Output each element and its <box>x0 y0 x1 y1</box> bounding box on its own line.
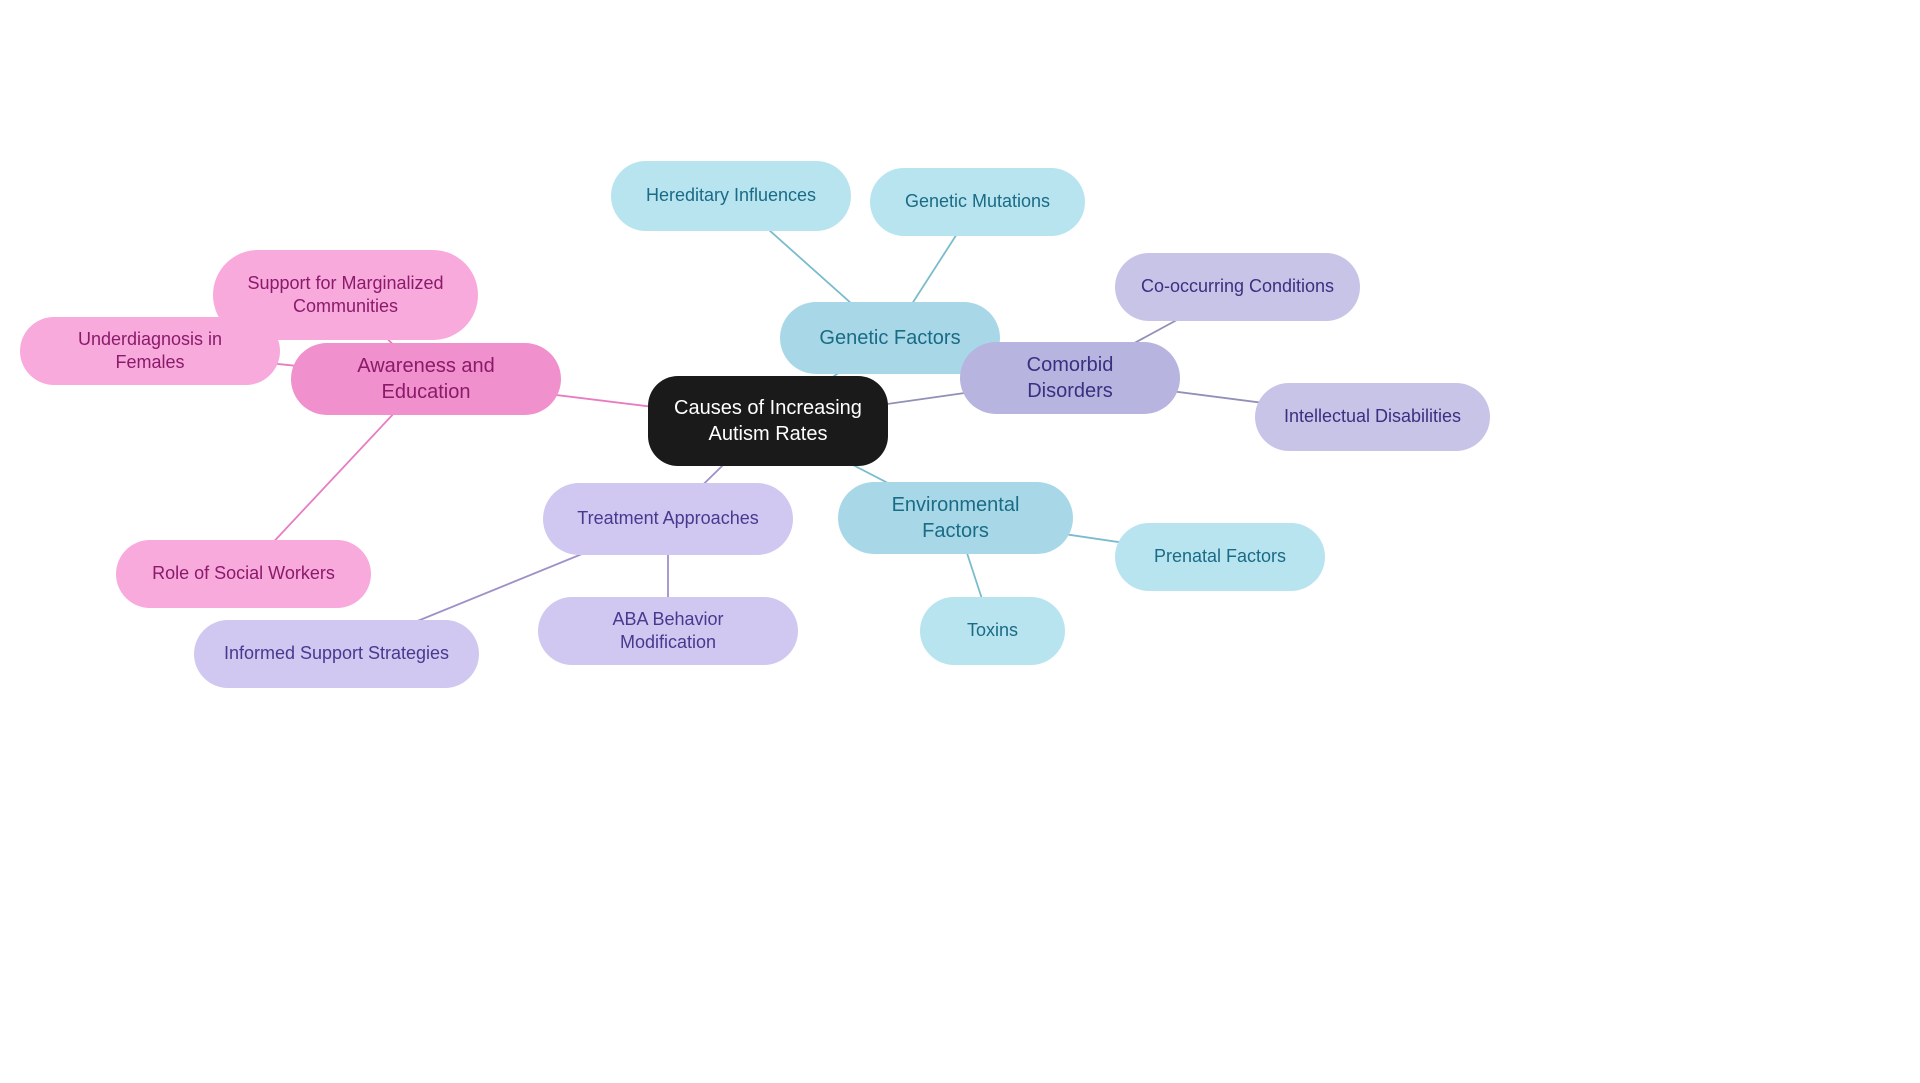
treatment-approaches-node[interactable]: Treatment Approaches <box>543 483 793 555</box>
prenatal-factors-node[interactable]: Prenatal Factors <box>1115 523 1325 591</box>
environmental-factors-node[interactable]: Environmental Factors <box>838 482 1073 554</box>
informed-support-node[interactable]: Informed Support Strategies <box>194 620 479 688</box>
genetic-mutations-node[interactable]: Genetic Mutations <box>870 168 1085 236</box>
awareness-education-node[interactable]: Awareness and Education <box>291 343 561 415</box>
co-occurring-conditions-node[interactable]: Co-occurring Conditions <box>1115 253 1360 321</box>
underdiagnosis-node[interactable]: Underdiagnosis in Females <box>20 317 280 385</box>
role-social-workers-node[interactable]: Role of Social Workers <box>116 540 371 608</box>
intellectual-disabilities-node[interactable]: Intellectual Disabilities <box>1255 383 1490 451</box>
aba-behavior-node[interactable]: ABA Behavior Modification <box>538 597 798 665</box>
comorbid-disorders-node[interactable]: Comorbid Disorders <box>960 342 1180 414</box>
hereditary-influences-node[interactable]: Hereditary Influences <box>611 161 851 231</box>
center-node[interactable]: Causes of Increasing Autism Rates <box>648 376 888 466</box>
toxins-node[interactable]: Toxins <box>920 597 1065 665</box>
